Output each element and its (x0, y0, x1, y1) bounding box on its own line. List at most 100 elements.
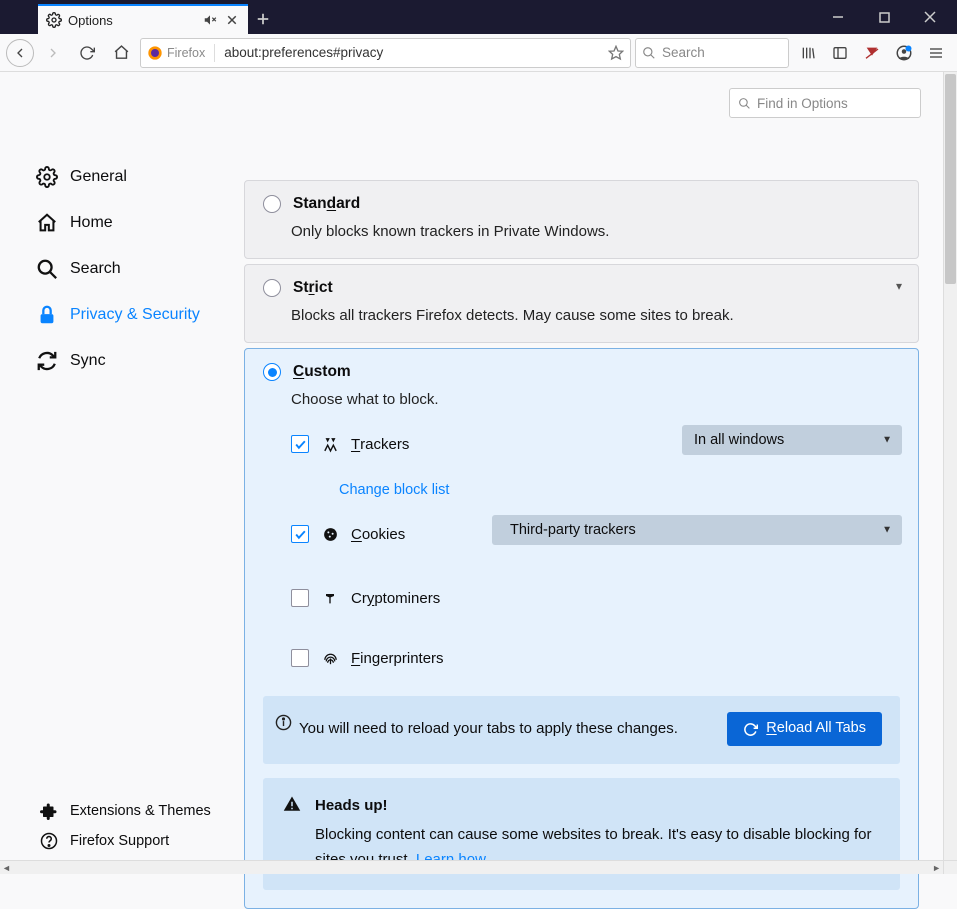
custom-desc: Choose what to block. (291, 391, 900, 408)
scrollbar-thumb[interactable] (945, 74, 956, 284)
mute-icon[interactable] (202, 12, 218, 28)
gear-icon (46, 12, 62, 28)
opt-fingerprinters: Fingerprinters (291, 642, 900, 674)
cookies-icon (321, 525, 339, 543)
opt-trackers: Trackers In all windows ▼ (291, 428, 900, 460)
window-close-button[interactable] (907, 2, 953, 32)
tab-title: Options (68, 13, 196, 28)
chevron-down-icon: ▼ (882, 435, 892, 446)
trackers-icon (321, 435, 339, 453)
cryptominers-icon (321, 589, 339, 607)
search-bar[interactable]: Search (635, 38, 789, 68)
headsup-title: Heads up! (315, 794, 882, 819)
back-button[interactable] (6, 39, 34, 67)
nav-label: Privacy & Security (70, 306, 200, 324)
info-icon (275, 714, 293, 732)
reload-icon (743, 722, 758, 737)
strict-title: Strict (293, 279, 333, 297)
firefox-icon (147, 45, 163, 61)
url-text: about:preferences#privacy (224, 45, 602, 60)
find-in-options[interactable]: Find in Options (729, 88, 921, 118)
nav-sync[interactable]: Sync (36, 338, 244, 384)
sidebar-button[interactable] (825, 38, 855, 68)
site-identity[interactable]: Firefox (147, 45, 205, 61)
vertical-scrollbar[interactable] (943, 72, 957, 860)
preferences-main: Find in Options Standard Only blocks kno… (244, 72, 943, 860)
checkbox-cookies[interactable] (291, 525, 309, 543)
nav-home[interactable]: Home (36, 200, 244, 246)
reload-infobox: You will need to reload your tabs to app… (263, 696, 900, 764)
nav-privacy[interactable]: Privacy & Security (36, 292, 244, 338)
chevron-down-icon[interactable]: ▾ (896, 279, 902, 293)
reload-button[interactable] (72, 38, 102, 68)
search-icon (36, 258, 58, 280)
protection-custom-panel: Custom Choose what to block. Trackers (244, 348, 919, 909)
nav-label: Home (70, 214, 113, 232)
radio-custom[interactable] (263, 363, 281, 381)
find-placeholder: Find in Options (757, 96, 848, 111)
search-icon (642, 46, 656, 60)
profile-button[interactable] (889, 38, 919, 68)
reload-message: You will need to reload your tabs to app… (299, 717, 727, 741)
nav-toolbar: Firefox about:preferences#privacy Search (0, 34, 957, 72)
opt-cryptominers: Cryptominers (291, 582, 900, 614)
home-icon (36, 212, 58, 234)
custom-title: Custom (293, 363, 351, 381)
standard-title: Standard (293, 195, 360, 213)
checkbox-cryptominers[interactable] (291, 589, 309, 607)
strict-desc: Blocks all trackers Firefox detects. May… (291, 307, 900, 324)
nav-general[interactable]: General (36, 154, 244, 200)
searchbar-placeholder: Search (662, 45, 705, 60)
select-cookies-scope[interactable]: Third-party trackers ▼ (492, 515, 902, 545)
fingerprint-icon (321, 649, 339, 667)
preferences-sidebar: General Home Search Privacy & Security S… (0, 72, 244, 860)
opt-cookies: Cookies Third-party trackers ▼ (291, 518, 900, 550)
link-change-blocklist[interactable]: Change block list (339, 482, 900, 498)
window-controls (815, 0, 953, 34)
label-cookies: Cookies (351, 526, 405, 543)
url-bar[interactable]: Firefox about:preferences#privacy (140, 38, 631, 68)
sync-icon (36, 350, 58, 372)
help-icon (40, 832, 58, 850)
home-button[interactable] (106, 38, 136, 68)
window-minimize-button[interactable] (815, 2, 861, 32)
browser-tab[interactable]: Options (38, 4, 248, 34)
checkbox-trackers[interactable] (291, 435, 309, 453)
close-tab-icon[interactable] (224, 12, 240, 28)
standard-desc: Only blocks known trackers in Private Wi… (291, 223, 900, 240)
scrollbar-corner (943, 860, 957, 874)
radio-strict[interactable] (263, 279, 281, 297)
window-titlebar: Options (0, 0, 957, 34)
checkbox-fingerprinters[interactable] (291, 649, 309, 667)
library-button[interactable] (793, 38, 823, 68)
link-support[interactable]: Firefox Support (40, 832, 211, 850)
identity-label: Firefox (167, 46, 205, 60)
link-extensions[interactable]: Extensions & Themes (40, 802, 211, 820)
bookmark-star-icon[interactable] (608, 45, 624, 61)
window-maximize-button[interactable] (861, 2, 907, 32)
link-label: Firefox Support (70, 833, 169, 849)
label-fingerprinters: Fingerprinters (351, 650, 444, 667)
link-label: Extensions & Themes (70, 803, 211, 819)
gear-icon (36, 166, 58, 188)
horizontal-scrollbar[interactable]: ◄► (0, 860, 943, 874)
reload-all-tabs-button[interactable]: Reload All Tabs (727, 712, 882, 746)
protection-strict-panel[interactable]: ▾ Strict Blocks all trackers Firefox det… (244, 264, 919, 343)
scroll-right-caret[interactable]: ► (932, 863, 941, 873)
label-trackers: Trackers (351, 436, 409, 453)
select-trackers-scope[interactable]: In all windows ▼ (682, 425, 902, 455)
scroll-left-caret[interactable]: ◄ (2, 863, 11, 873)
menu-button[interactable] (921, 38, 951, 68)
nav-search[interactable]: Search (36, 246, 244, 292)
nav-label: Search (70, 260, 121, 278)
radio-standard[interactable] (263, 195, 281, 213)
preferences-content: General Home Search Privacy & Security S… (0, 72, 943, 860)
puzzle-icon (40, 802, 58, 820)
warning-icon (283, 795, 301, 813)
lock-icon (36, 304, 58, 326)
protection-standard-panel[interactable]: Standard Only blocks known trackers in P… (244, 180, 919, 259)
extension-noscript-icon[interactable] (857, 38, 887, 68)
search-icon (738, 97, 751, 110)
forward-button[interactable] (38, 38, 68, 68)
new-tab-button[interactable] (248, 4, 278, 34)
